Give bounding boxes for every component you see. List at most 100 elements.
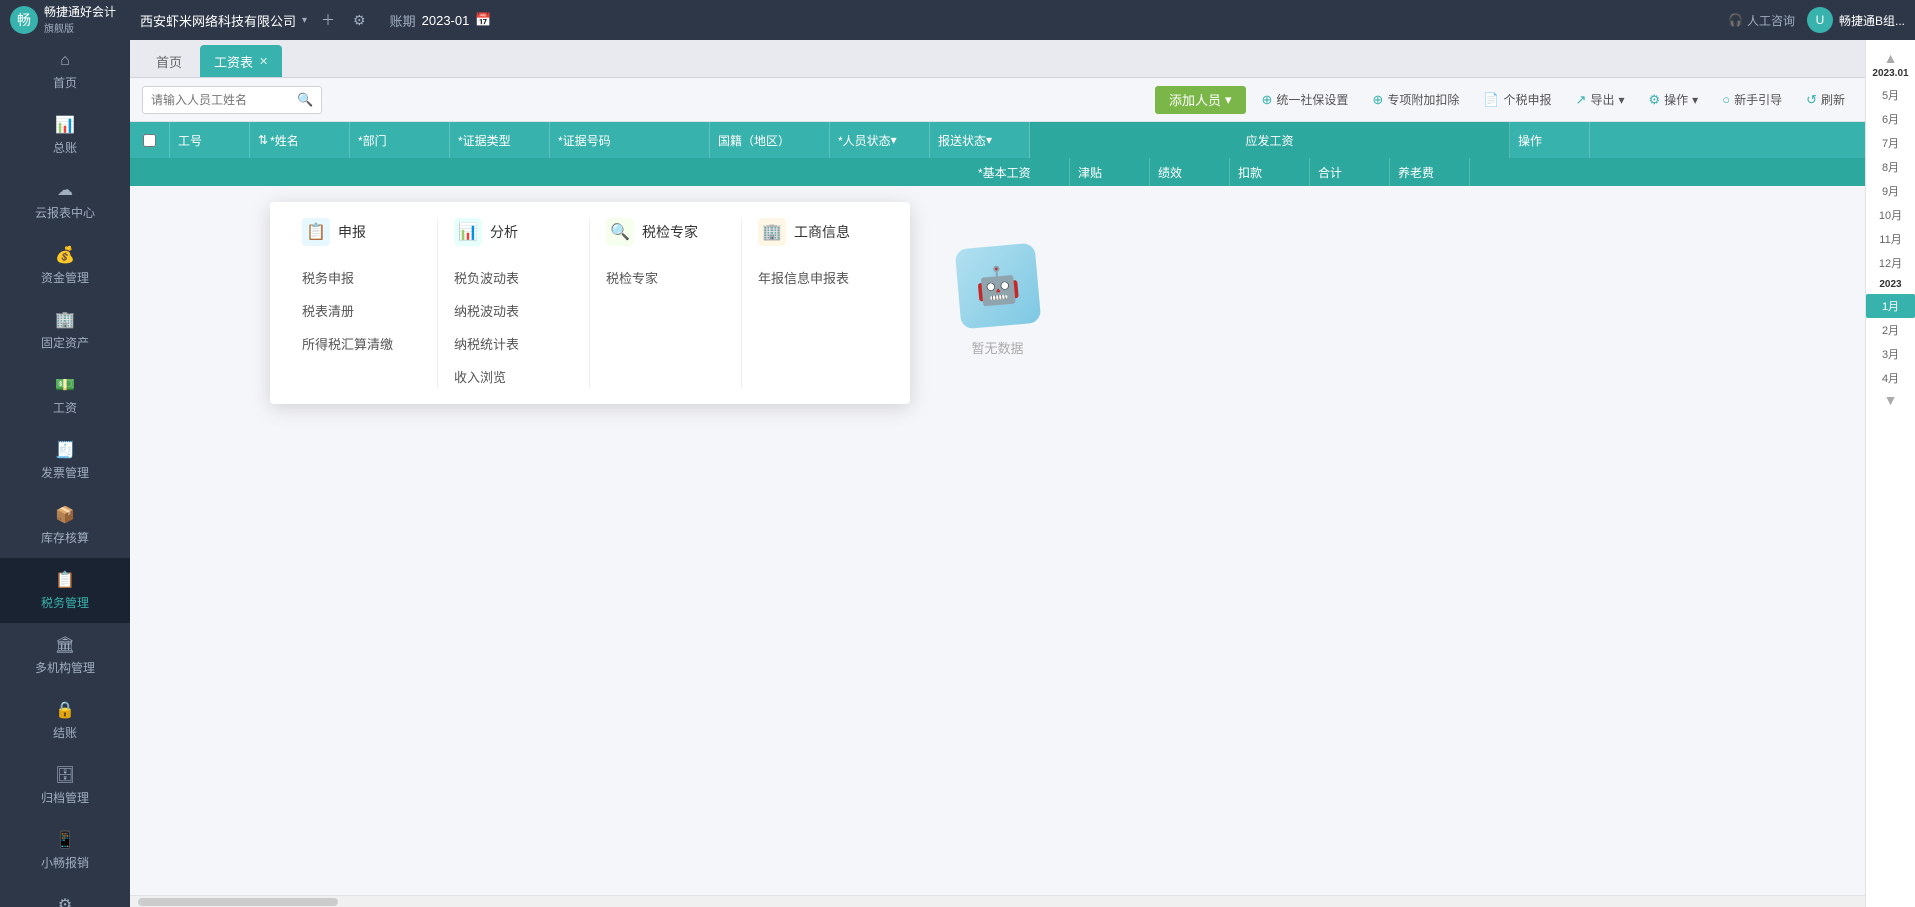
th-name: ⇅*姓名 bbox=[250, 122, 350, 158]
sidebar-item-tax[interactable]: 📋 税务管理 bbox=[0, 558, 130, 623]
th-base-wage: *基本工资 bbox=[970, 158, 1070, 186]
add-person-btn[interactable]: 添加人员 ▾ bbox=[1155, 86, 1246, 114]
refresh-icon: ↺ bbox=[1806, 92, 1817, 108]
timeline-month-11[interactable]: 11月 bbox=[1866, 227, 1915, 251]
company-dropdown-icon[interactable]: ▾ bbox=[302, 15, 307, 26]
timeline-month-3[interactable]: 3月 bbox=[1866, 342, 1915, 366]
th-id: 工号 bbox=[170, 122, 250, 158]
menu-item-tax-burden[interactable]: 税负波动表 bbox=[454, 266, 573, 289]
sidebar: ⌂ 首页 📊 总账 ☁ 云报表中心 💰 资金管理 🏢 固定资产 💵 工资 🧾 发… bbox=[0, 40, 130, 907]
dropdown-section-taxexpert: 🔍 税检专家 税检专家 bbox=[590, 218, 742, 388]
timeline-month-4[interactable]: 4月 bbox=[1866, 366, 1915, 390]
sidebar-item-salary[interactable]: 💵 工资 bbox=[0, 363, 130, 428]
sidebar-item-assets[interactable]: 🏢 固定资产 bbox=[0, 298, 130, 363]
timeline-month-9[interactable]: 9月 bbox=[1866, 179, 1915, 203]
timeline-month-10[interactable]: 10月 bbox=[1866, 203, 1915, 227]
tax-return-action[interactable]: 📄 个税申报 bbox=[1475, 91, 1559, 108]
menu-item-income-forecast[interactable]: 收入浏览 bbox=[454, 365, 573, 388]
main-layout: ⌂ 首页 📊 总账 ☁ 云报表中心 💰 资金管理 🏢 固定资产 💵 工资 🧾 发… bbox=[0, 40, 1915, 907]
timeline-month-6[interactable]: 6月 bbox=[1866, 107, 1915, 131]
calendar-icon[interactable]: 📅 bbox=[475, 12, 491, 28]
search-input[interactable] bbox=[151, 93, 291, 107]
sidebar-label-multiorg: 多机构管理 bbox=[35, 659, 95, 676]
sidebar-item-multiorg[interactable]: 🏛 多机构管理 bbox=[0, 623, 130, 688]
th-idnum: *证据号码 bbox=[550, 122, 710, 158]
th-checkbox[interactable] bbox=[130, 122, 170, 158]
dropdown-section-bizinfo: 🏢 工商信息 年报信息申报表 bbox=[742, 218, 894, 388]
service-btn[interactable]: 🎧 人工咨询 bbox=[1728, 12, 1795, 29]
add-dropdown-icon: ▾ bbox=[1225, 92, 1232, 108]
sidebar-label-home: 首页 bbox=[53, 74, 77, 91]
sidebar-item-cloud[interactable]: ☁ 云报表中心 bbox=[0, 168, 130, 233]
operation-icon: ⚙ bbox=[1649, 92, 1661, 108]
tab-salary-table[interactable]: 工资表 ✕ bbox=[200, 45, 282, 77]
status-filter-icon[interactable]: ▾ bbox=[891, 133, 897, 147]
sidebar-label-assets: 固定资产 bbox=[41, 334, 89, 351]
company-area[interactable]: 西安虾米网络科技有限公司 ▾ bbox=[140, 11, 307, 30]
sidebar-label-salary: 工资 bbox=[53, 399, 77, 416]
social-security-action[interactable]: ⊕ 统一社保设置 bbox=[1254, 91, 1357, 108]
section-header-declaration: 📋 申报 bbox=[302, 218, 421, 254]
sidebar-item-inventory[interactable]: 📦 库存核算 bbox=[0, 493, 130, 558]
top-right: 🎧 人工咨询 U 畅捷通B组... bbox=[1728, 7, 1905, 33]
tab-home[interactable]: 首页 bbox=[142, 45, 196, 77]
sidebar-item-fund[interactable]: 💰 资金管理 bbox=[0, 233, 130, 298]
special-deduction-action[interactable]: ⊕ 专项附加扣除 bbox=[1364, 91, 1467, 108]
taxexpert-items: 税检专家 bbox=[606, 266, 725, 289]
menu-item-tax-change[interactable]: 纳税波动表 bbox=[454, 299, 573, 322]
refresh-action[interactable]: ↺ 刷新 bbox=[1798, 91, 1853, 108]
top-bar: 畅 畅捷通好会计 旗舰版 西安虾米网络科技有限公司 ▾ ＋ ⚙ 账期 2023-… bbox=[0, 0, 1915, 40]
taxexpert-section-title: 税检专家 bbox=[642, 222, 698, 242]
sidebar-label-ledger: 总账 bbox=[53, 139, 77, 156]
report-filter-icon[interactable]: ▾ bbox=[986, 133, 992, 147]
sidebar-label-fund: 资金管理 bbox=[41, 269, 89, 286]
timeline-month-8[interactable]: 8月 bbox=[1866, 155, 1915, 179]
sidebar-item-settings[interactable]: ⚙ 基础设置 bbox=[0, 883, 130, 907]
menu-item-tax-check[interactable]: 税检专家 bbox=[606, 266, 725, 289]
add-company-btn[interactable]: ＋ bbox=[317, 10, 339, 30]
timeline-month-2[interactable]: 2月 bbox=[1866, 318, 1915, 342]
menu-item-tax-declare[interactable]: 税务申报 bbox=[302, 266, 421, 289]
tab-close-icon[interactable]: ✕ bbox=[259, 55, 268, 68]
timeline-month-1[interactable]: 1月 bbox=[1866, 294, 1915, 318]
ledger-icon: 📊 bbox=[55, 115, 75, 135]
operation-action[interactable]: ⚙ 操作 ▾ bbox=[1641, 91, 1707, 108]
timeline-month-5[interactable]: 5月 bbox=[1866, 83, 1915, 107]
sidebar-item-closing[interactable]: 🔒 结账 bbox=[0, 688, 130, 753]
th-report: 报送状态 ▾ bbox=[930, 122, 1030, 158]
declaration-section-icon: 📋 bbox=[302, 218, 330, 246]
bizinfo-section-icon: 🏢 bbox=[758, 218, 786, 246]
salary-icon: 💵 bbox=[55, 375, 75, 395]
menu-item-tax-stats[interactable]: 纳税统计表 bbox=[454, 332, 573, 355]
sidebar-item-xiaochang[interactable]: 📱 小畅报销 bbox=[0, 818, 130, 883]
sidebar-item-archive[interactable]: 🗄 归档管理 bbox=[0, 753, 130, 818]
new-guide-label: 新手引导 bbox=[1734, 91, 1782, 108]
archive-icon: 🗄 bbox=[55, 765, 75, 785]
sort-icon[interactable]: ⇅ bbox=[258, 133, 268, 147]
user-area[interactable]: U 畅捷通B组... bbox=[1807, 7, 1905, 33]
export-action[interactable]: ↗ 导出 ▾ bbox=[1568, 91, 1633, 108]
sidebar-item-invoice[interactable]: 🧾 发票管理 bbox=[0, 428, 130, 493]
scroll-thumb[interactable] bbox=[138, 898, 338, 906]
search-wrap: 🔍 bbox=[142, 86, 322, 114]
settings-icon[interactable]: ⚙ bbox=[349, 12, 370, 29]
period-value: 2023-01 bbox=[422, 13, 470, 28]
sidebar-item-ledger[interactable]: 📊 总账 bbox=[0, 103, 130, 168]
user-avatar: U bbox=[1807, 7, 1833, 33]
timeline-nav-up[interactable]: ▲ bbox=[1881, 48, 1901, 68]
new-guide-action[interactable]: ○ 新手引导 bbox=[1714, 91, 1790, 108]
timeline-nav-down[interactable]: ▼ bbox=[1881, 390, 1901, 410]
tab-salary-label: 工资表 bbox=[214, 52, 253, 71]
timeline-year-2023: 2023 bbox=[1879, 279, 1901, 290]
menu-item-tax-table[interactable]: 税表清册 bbox=[302, 299, 421, 322]
timeline-month-7[interactable]: 7月 bbox=[1866, 131, 1915, 155]
menu-item-annual-report[interactable]: 年报信息申报表 bbox=[758, 266, 878, 289]
select-all-checkbox[interactable] bbox=[143, 134, 156, 147]
menu-item-income-calc[interactable]: 所得税汇算清缴 bbox=[302, 332, 421, 355]
bottom-scroll[interactable] bbox=[130, 895, 1865, 907]
sidebar-item-home[interactable]: ⌂ 首页 bbox=[0, 40, 130, 103]
timeline-month-12[interactable]: 12月 bbox=[1866, 251, 1915, 275]
company-name: 西安虾米网络科技有限公司 bbox=[140, 11, 296, 30]
tab-home-label: 首页 bbox=[156, 52, 182, 71]
th-allowance: 津贴 bbox=[1070, 158, 1150, 186]
